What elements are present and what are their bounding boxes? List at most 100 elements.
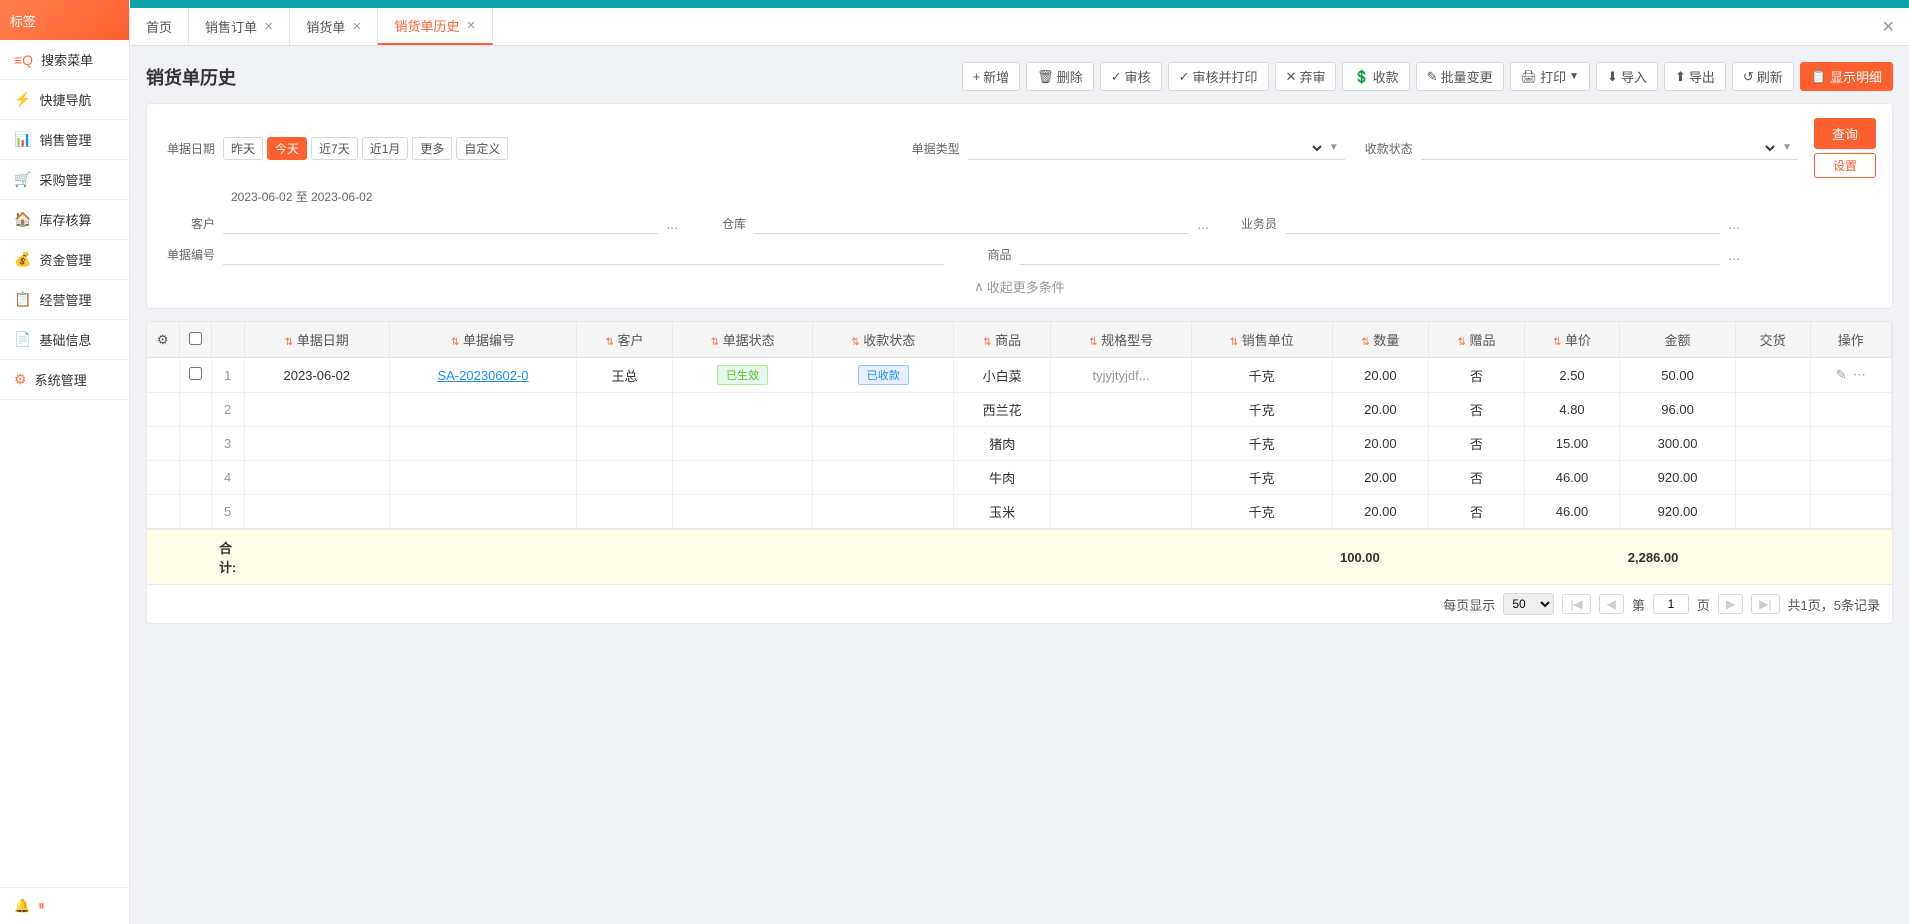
delete-button[interactable]: 🗑 删除 [1026, 62, 1094, 91]
tab-sales-order[interactable]: 销售订单 ✕ [189, 8, 290, 45]
date-btn-7days[interactable]: 近7天 [311, 137, 358, 160]
select-all-checkbox[interactable] [189, 332, 202, 345]
row-no: 5 [211, 495, 244, 530]
sidebar-item-finance[interactable]: 💰 资金管理 [0, 240, 129, 280]
row-payment-status [813, 495, 954, 530]
edit-action[interactable]: ✎ [1836, 367, 1847, 383]
sort-icon2[interactable]: ⇅ [451, 337, 459, 348]
sort-icon7[interactable]: ⇅ [1089, 337, 1097, 348]
date-btn-more[interactable]: 更多 [412, 137, 452, 160]
payment-status-select[interactable]: ▼ [1421, 137, 1798, 160]
sort-icon[interactable]: ⇅ [285, 337, 293, 348]
sort-icon8[interactable]: ⇅ [1230, 337, 1238, 348]
customer-input[interactable] [223, 213, 658, 234]
row-gift: 否 [1429, 461, 1525, 495]
sidebar-item-label: 资金管理 [39, 250, 91, 269]
warehouse-input[interactable] [754, 213, 1189, 234]
filter-panel: 单据日期 昨天 今天 近7天 近1月 更多 自定义 单据类型 [146, 103, 1893, 309]
import-button[interactable]: ⬇ 导入 [1596, 62, 1658, 91]
warehouse-dots[interactable]: ... [1197, 216, 1209, 232]
refresh-button[interactable]: ↺ 刷新 [1732, 62, 1794, 91]
sort-icon3[interactable]: ⇅ [606, 337, 614, 348]
row-unit: 千克 [1191, 427, 1332, 461]
tab-home[interactable]: 首页 [130, 8, 189, 45]
abandon-button[interactable]: ✕ 弃审 [1275, 62, 1337, 91]
row-unit: 千克 [1191, 495, 1332, 530]
row-product: 猪肉 [954, 427, 1051, 461]
sort-icon4[interactable]: ⇅ [711, 337, 719, 348]
collapse-btn[interactable]: ∧ 收起更多条件 [163, 275, 1876, 298]
row-check[interactable] [189, 367, 202, 380]
date-btn-custom[interactable]: 自定义 [456, 137, 508, 160]
show-detail-button[interactable]: 📋 显示明细 [1800, 62, 1893, 91]
pause-icon[interactable]: ⏸ [38, 898, 45, 914]
query-button[interactable]: 查询 [1814, 118, 1876, 149]
tab-sales-invoice-close[interactable]: ✕ [352, 20, 361, 33]
row-amount: 96.00 [1620, 393, 1736, 427]
batch-change-button[interactable]: ✎ 批量变更 [1416, 62, 1504, 91]
tab-sales-history[interactable]: 销货单历史 ✕ [378, 8, 492, 45]
spec-col-header: ⇅ 规格型号 [1051, 322, 1192, 358]
row-no: 2 [211, 393, 244, 427]
tab-sales-order-close[interactable]: ✕ [264, 20, 273, 33]
doc-status-col-header: ⇅ 单据状态 [672, 322, 813, 358]
row-doc-no [389, 495, 577, 530]
sort-icon6[interactable]: ⇅ [983, 337, 991, 348]
date-btn-today[interactable]: 今天 [267, 137, 307, 160]
date-btn-yesterday[interactable]: 昨天 [223, 137, 263, 160]
collect-button[interactable]: 💲 收款 [1342, 62, 1409, 91]
date-btn-1month[interactable]: 近1月 [362, 137, 409, 160]
settings-gear-icon[interactable]: ⚙ [157, 332, 169, 347]
prev-page-btn[interactable]: ◀ [1599, 594, 1624, 614]
product-dots[interactable]: ... [1728, 247, 1740, 263]
sort-icon9[interactable]: ⇅ [1361, 337, 1369, 348]
doc-type-select-input[interactable] [974, 140, 1325, 156]
first-page-btn[interactable]: |◀ [1562, 594, 1590, 614]
row-qty: 20.00 [1332, 495, 1429, 530]
row-unit-price: 46.00 [1524, 461, 1620, 495]
new-button[interactable]: + 新增 [962, 62, 1021, 91]
sidebar-item-sales-mgmt[interactable]: 📊 销售管理 [0, 120, 129, 160]
settings-button[interactable]: 设置 [1814, 153, 1876, 178]
payment-status-select-input[interactable] [1427, 140, 1778, 156]
sidebar-item-quick-nav[interactable]: ⚡ 快捷导航 [0, 80, 129, 120]
salesman-input[interactable] [1285, 213, 1720, 234]
sort-icon5[interactable]: ⇅ [851, 337, 859, 348]
row-unit-price: 2.50 [1524, 358, 1620, 393]
salesman-dots[interactable]: ... [1728, 216, 1740, 232]
page-label-pre: 第 [1632, 595, 1645, 614]
tab-sales-invoice[interactable]: 销货单 ✕ [290, 8, 378, 45]
next-page-btn[interactable]: ▶ [1718, 594, 1743, 614]
tab-bar-close[interactable]: ✕ [1868, 17, 1909, 37]
row-product: 小白菜 [954, 358, 1051, 393]
sidebar-item-label: 采购管理 [39, 170, 91, 189]
page-input[interactable] [1653, 594, 1689, 614]
sidebar-item-purchase-mgmt[interactable]: 🛒 采购管理 [0, 160, 129, 200]
notification-icon[interactable]: 🔔 [14, 898, 30, 914]
sidebar-item-inventory[interactable]: 🏠 库存核算 [0, 200, 129, 240]
print-button[interactable]: 🖨 打印 ▼ [1510, 62, 1590, 91]
product-input[interactable] [1020, 244, 1721, 265]
doc-no-input[interactable] [223, 244, 944, 265]
export-button[interactable]: ⬆ 导出 [1664, 62, 1726, 91]
sidebar-item-search-menu[interactable]: ≡Q 搜索菜单 [0, 40, 129, 80]
sidebar-item-operations[interactable]: 📋 经营管理 [0, 280, 129, 320]
sort-icon11[interactable]: ⇅ [1553, 337, 1561, 348]
sidebar-item-base-info[interactable]: 📄 基础信息 [0, 320, 129, 360]
last-page-btn[interactable]: ▶| [1751, 594, 1779, 614]
audit-button[interactable]: ✓ 审核 [1100, 62, 1162, 91]
audit-print-button[interactable]: ✓ 审核并打印 [1168, 62, 1269, 91]
doc-type-select[interactable]: ▼ [968, 137, 1345, 160]
settings-col-header: ⚙ [147, 322, 179, 358]
doc-no-link[interactable]: SA-20230602-0 [437, 368, 528, 383]
page-size-select[interactable]: 50 20 100 [1503, 593, 1554, 615]
show-detail-icon: 📋 [1811, 69, 1827, 85]
row-doc-date [244, 427, 389, 461]
more-action[interactable]: ⋯ [1853, 367, 1866, 383]
sidebar-item-sys-mgmt[interactable]: ⚙ 系统管理 [0, 360, 129, 400]
tab-sales-history-close[interactable]: ✕ [467, 19, 476, 32]
customer-dots[interactable]: ... [666, 216, 678, 232]
payment-status-label: 收款状态 [1361, 140, 1413, 157]
row-customer: 王总 [577, 358, 673, 393]
sort-icon10[interactable]: ⇅ [1458, 337, 1466, 348]
